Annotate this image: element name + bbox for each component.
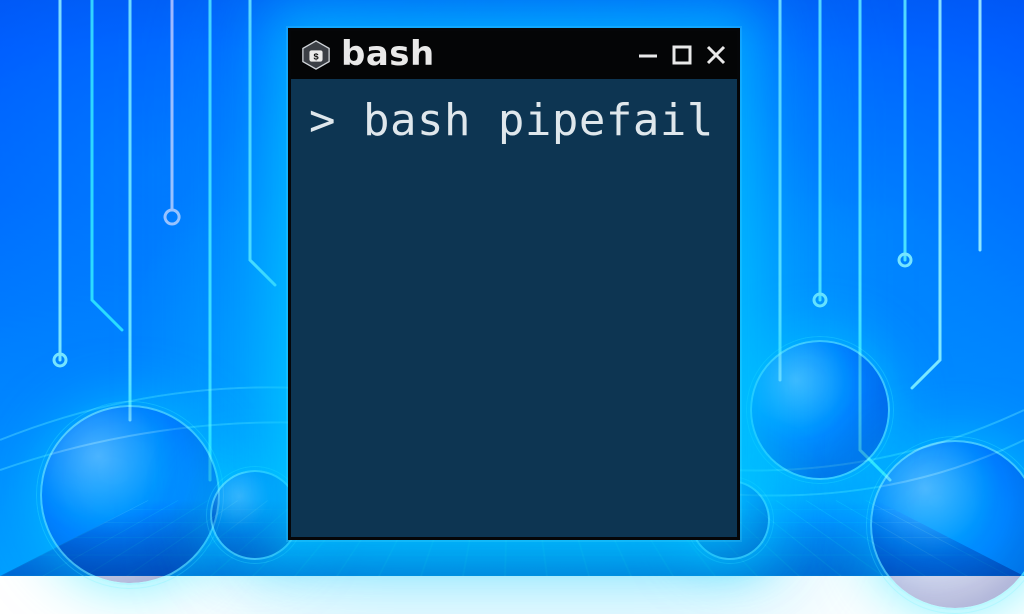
sphere-decoration (870, 440, 1024, 610)
prompt: > (309, 95, 363, 146)
terminal-window: $ bash > bash pipefail (288, 28, 740, 540)
minimize-button[interactable] (637, 44, 659, 66)
window-title: bash (341, 37, 435, 71)
command-text: bash pipefail (363, 95, 714, 146)
maximize-button[interactable] (671, 44, 693, 66)
titlebar[interactable]: $ bash (291, 31, 737, 79)
close-button[interactable] (705, 44, 727, 66)
sphere-decoration (750, 340, 890, 480)
terminal-body[interactable]: > bash pipefail (291, 79, 737, 147)
svg-text:$: $ (313, 52, 319, 63)
sphere-decoration (210, 470, 300, 560)
window-controls (637, 44, 727, 66)
sphere-decoration (40, 405, 220, 585)
bash-hex-icon: $ (301, 40, 331, 70)
